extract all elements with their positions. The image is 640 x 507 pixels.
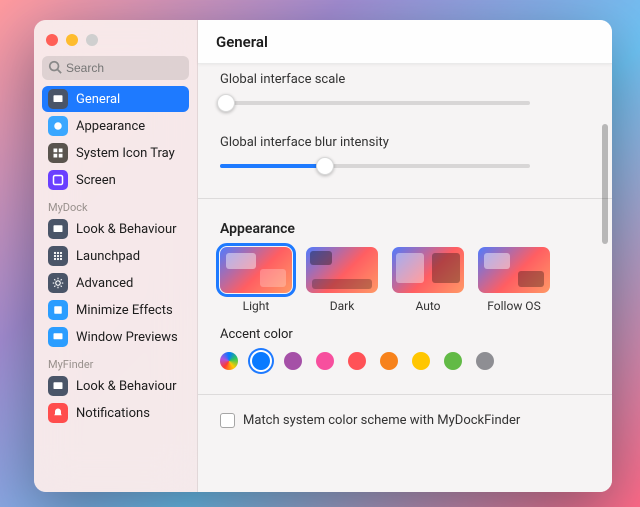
sidebar-nav: General Appearance System Icon Tray Screen M… [42,86,189,426]
slider-thumb[interactable] [217,94,235,112]
search-icon [48,60,62,78]
look-icon [48,219,68,239]
search-input[interactable] [42,56,189,80]
match-system-checkbox[interactable] [220,413,235,428]
sidebar-item-label: Appearance [76,119,145,134]
page-title: General [216,33,268,51]
sidebar-item-label: Look & Behaviour [76,379,177,394]
notif-icon [48,403,68,423]
search-field[interactable] [42,56,189,80]
accent-color-pink[interactable] [316,352,334,370]
general-icon [48,89,68,109]
appearance-option-follow-os[interactable]: Follow OS [478,247,550,313]
appearance-option-label: Dark [330,299,355,313]
accent-color-red[interactable] [348,352,366,370]
appearance-option-dark[interactable]: Dark [306,247,378,313]
appearance-thumbnail [220,247,292,293]
sidebar-item-minimize-effects[interactable]: Minimize Effects [42,297,189,323]
match-system-label: Match system color scheme with MyDockFin… [243,413,520,428]
appearance-option-label: Auto [415,299,440,313]
divider [198,394,612,395]
sidebar-section-label: MyFinder [42,350,189,373]
sidebar-item-launchpad[interactable]: Launchpad [42,243,189,269]
sidebar-item-label: Window Previews [76,330,178,345]
sidebar-item-label: General [76,92,120,107]
sidebar-item-label: Launchpad [76,249,140,264]
sidebar-item-label: System Icon Tray [76,146,175,161]
main-pane: General Global interface scale Global in… [198,20,612,492]
content-scroll: Global interface scale Global interface … [198,64,612,492]
accent-color-purple[interactable] [284,352,302,370]
scrollbar-thumb[interactable] [602,124,608,244]
appearance-option-light[interactable]: Light [220,247,292,313]
systray-icon [48,143,68,163]
appearance-option-auto[interactable]: Auto [392,247,464,313]
slider-thumb[interactable] [316,157,334,175]
accent-color-blue[interactable] [252,352,270,370]
look-icon [48,376,68,396]
minfx-icon [48,300,68,320]
sidebar-item-notifications[interactable]: Notifications [42,400,189,426]
sidebar-item-look-behaviour[interactable]: Look & Behaviour [42,373,189,399]
appearance-thumbnail [478,247,550,293]
sidebar-item-label: Look & Behaviour [76,222,177,237]
sidebar-item-label: Advanced [76,276,133,291]
accent-color-orange[interactable] [380,352,398,370]
accent-color-yellow[interactable] [412,352,430,370]
appearance-icon [48,116,68,136]
accent-title: Accent color [220,327,594,342]
accent-color-multicolor[interactable] [220,352,238,370]
sidebar-item-system-icon-tray[interactable]: System Icon Tray [42,140,189,166]
window-controls [42,28,189,56]
sidebar-item-look-behaviour[interactable]: Look & Behaviour [42,216,189,242]
appearance-options: Light Dark Auto Follow OS [220,247,594,313]
appearance-option-label: Follow OS [487,299,540,313]
sidebar-item-label: Notifications [76,406,150,421]
accent-color-green[interactable] [444,352,462,370]
accent-color-graphite[interactable] [476,352,494,370]
sidebar-item-window-previews[interactable]: Window Previews [42,324,189,350]
settings-window: General Appearance System Icon Tray Screen M… [34,20,612,492]
scale-label: Global interface scale [220,72,594,87]
sidebar-section-label: MyDock [42,193,189,216]
appearance-option-label: Light [243,299,270,313]
sidebar-item-advanced[interactable]: Advanced [42,270,189,296]
appearance-thumbnail [306,247,378,293]
minimize-icon[interactable] [66,34,78,46]
winprev-icon [48,327,68,347]
sidebar-item-screen[interactable]: Screen [42,167,189,193]
sidebar-item-label: Minimize Effects [76,303,173,318]
accent-color-row [220,352,594,370]
match-system-row[interactable]: Match system color scheme with MyDockFin… [220,413,594,428]
page-title-bar: General [198,20,612,64]
sidebar-item-label: Screen [76,173,116,188]
appearance-title: Appearance [220,221,594,237]
scale-slider[interactable] [220,101,530,105]
blur-slider[interactable] [220,164,530,168]
blur-label: Global interface blur intensity [220,135,594,150]
screen-icon [48,170,68,190]
divider [198,198,612,199]
sidebar: General Appearance System Icon Tray Screen M… [34,20,198,492]
close-icon[interactable] [46,34,58,46]
launchpad-icon [48,246,68,266]
zoom-icon[interactable] [86,34,98,46]
sidebar-item-general[interactable]: General [42,86,189,112]
sidebar-item-appearance[interactable]: Appearance [42,113,189,139]
advanced-icon [48,273,68,293]
appearance-thumbnail [392,247,464,293]
